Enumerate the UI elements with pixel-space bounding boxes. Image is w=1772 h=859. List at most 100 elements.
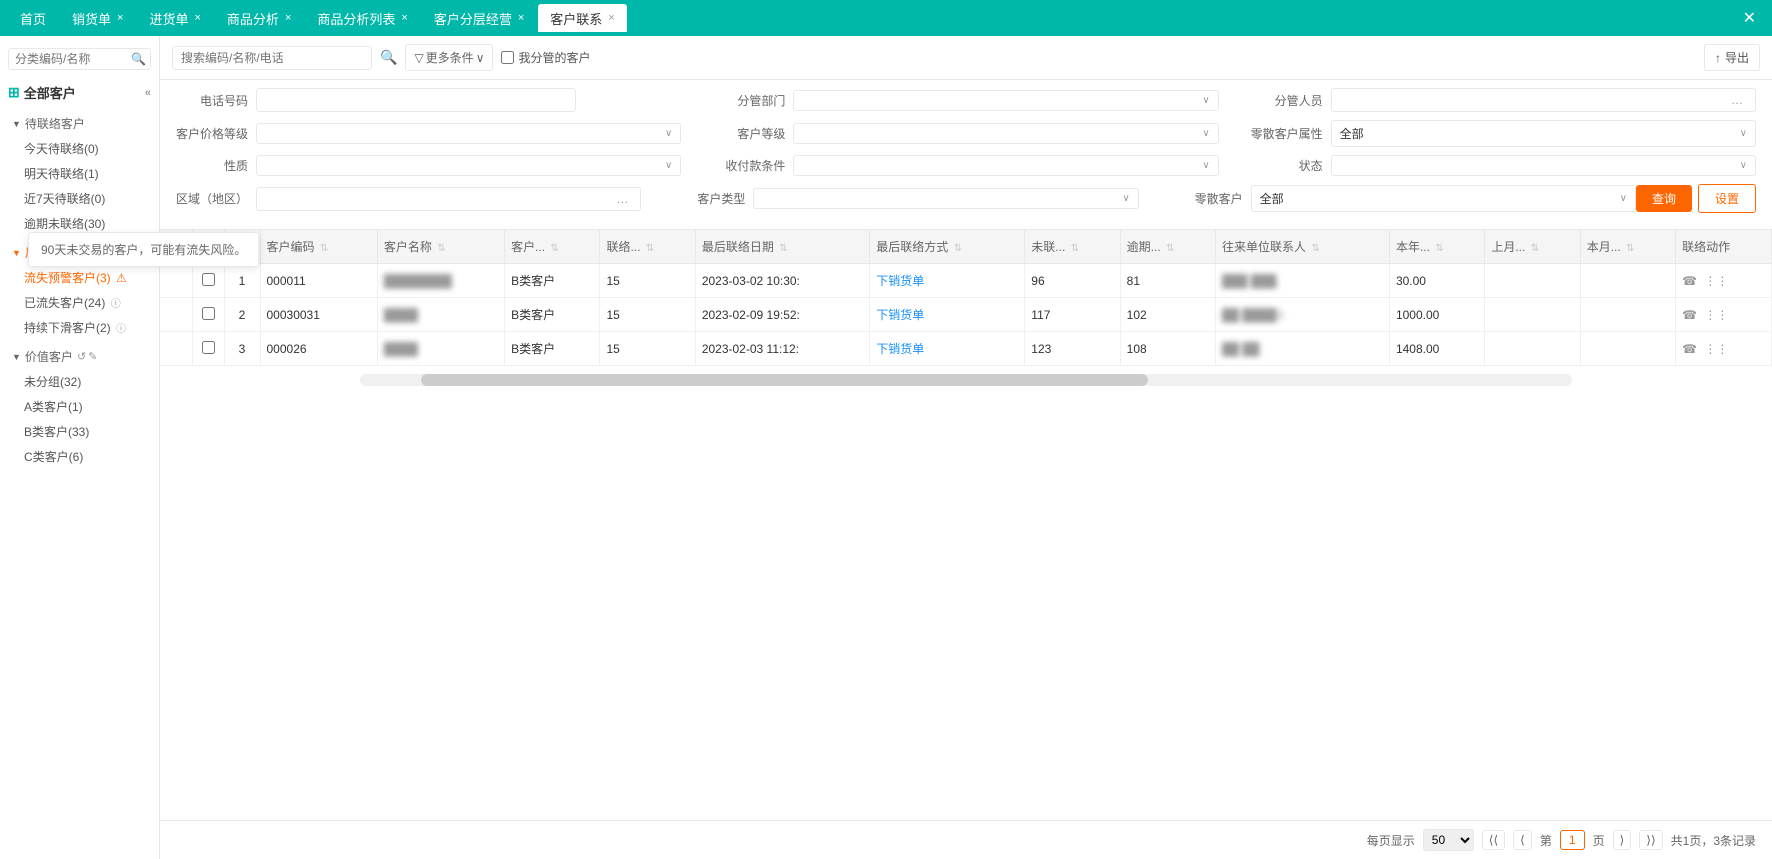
search-icon: 🔍 <box>131 52 146 66</box>
row-checkbox-1[interactable] <box>202 307 215 320</box>
col-this-year[interactable]: 本年... ⇅ <box>1389 230 1484 264</box>
col-overdue[interactable]: 逾期... ⇅ <box>1120 230 1215 264</box>
payment-arrow: ∨ <box>1202 160 1209 171</box>
col-action: 联络动作 <box>1676 230 1772 264</box>
row-date-0: 2023-03-02 10:30: <box>695 264 869 298</box>
scatter-customer-select[interactable]: 全部 ∨ <box>1251 185 1636 212</box>
customer-level-select[interactable]: ∨ <box>793 123 1218 144</box>
tab-close-product-analysis[interactable]: × <box>285 12 291 24</box>
col-code[interactable]: 客户编码 ⇅ <box>260 230 377 264</box>
action-phone-1[interactable]: ☎ <box>1682 308 1697 322</box>
payment-select[interactable]: ∨ <box>793 155 1218 176</box>
col-contact[interactable]: 联络... ⇅ <box>600 230 695 264</box>
tab-product-analysis-list[interactable]: 商品分析列表 × <box>305 4 419 32</box>
action-more-0[interactable]: ⋮⋮ <box>1704 274 1728 288</box>
first-page-button[interactable]: ⟨⟨ <box>1482 830 1505 850</box>
pagination-total: 共1页，3条记录 <box>1671 832 1756 849</box>
row-last-month-2 <box>1485 332 1580 366</box>
col-no-contact[interactable]: 未联... ⇅ <box>1025 230 1120 264</box>
row-date-1: 2023-02-09 19:52: <box>695 298 869 332</box>
last-page-button[interactable]: ⟩⟩ <box>1639 830 1662 850</box>
action-phone-0[interactable]: ☎ <box>1682 274 1697 288</box>
filter-row-1: 电话号码 分管部门 ∨ 分管人员 … <box>176 88 1756 112</box>
dept-select[interactable]: ∨ <box>793 90 1218 111</box>
action-more-2[interactable]: ⋮⋮ <box>1704 342 1728 356</box>
row-checkbox-2[interactable] <box>202 341 215 354</box>
prev-page-button[interactable]: ⟨ <box>1513 830 1532 850</box>
tooltip-box: 90天未交易的客户，可能有流失风险。 <box>28 232 160 267</box>
tab-purchase-order[interactable]: 进货单 × <box>137 4 212 32</box>
action-more-1[interactable]: ⋮⋮ <box>1704 308 1728 322</box>
next-page-button[interactable]: ⟩ <box>1613 830 1632 850</box>
sidebar-item-class-b[interactable]: B类客户(33) <box>0 419 159 444</box>
sidebar-item-class-a[interactable]: A类客户(1) <box>0 394 159 419</box>
row-action-0: ☎ ⋮⋮ <box>1676 264 1772 298</box>
col-last-month[interactable]: 上月... ⇅ <box>1485 230 1580 264</box>
col-contact-person[interactable]: 往来单位联系人 ⇅ <box>1216 230 1390 264</box>
row-method-0[interactable]: 下销货单 <box>870 264 1025 298</box>
horizontal-scrollbar[interactable] <box>360 374 1572 386</box>
region-select[interactable]: … <box>256 187 641 211</box>
settings-button[interactable]: 设置 <box>1698 184 1756 213</box>
col-name[interactable]: 客户名称 ⇅ <box>377 230 504 264</box>
filter-icon: ▽ <box>414 51 423 65</box>
filter-search-button[interactable]: 🔍 <box>380 49 397 66</box>
sidebar-item-today-pending[interactable]: 今天待联络(0) <box>0 136 159 161</box>
tab-close-product-analysis-list[interactable]: × <box>401 12 407 24</box>
col-type[interactable]: 客户... ⇅ <box>505 230 600 264</box>
tab-customer-segment[interactable]: 客户分层经营 × <box>422 4 536 32</box>
warning-icon: ⚠ <box>116 271 127 285</box>
tab-close-purchase-order[interactable]: × <box>194 12 200 24</box>
tab-close-customer-segment[interactable]: × <box>518 12 524 24</box>
col-last-contact-date[interactable]: 最后联络日期 ⇅ <box>695 230 869 264</box>
tab-sales-order[interactable]: 销货单 × <box>60 4 135 32</box>
tab-close-customer-contact[interactable]: × <box>608 12 614 24</box>
status-select[interactable]: ∨ <box>1331 155 1756 176</box>
filter-more-conditions-button[interactable]: ▽ 更多条件 ∨ <box>405 44 493 71</box>
export-icon: ↑ <box>1715 51 1721 65</box>
sidebar: 🔍 ⊞ 全部客户 « ▼ 待联络客户 今天待联络(0) 明天待联络(1) 近7天… <box>0 36 160 859</box>
sidebar-item-unclassified[interactable]: 未分组(32) <box>0 369 159 394</box>
tab-home[interactable]: 首页 <box>8 4 58 32</box>
col-this-month[interactable]: 本月... ⇅ <box>1580 230 1675 264</box>
scatter-attr-select[interactable]: 全部 ∨ <box>1331 120 1756 147</box>
row-checkbox-0[interactable] <box>202 273 215 286</box>
action-phone-2[interactable]: ☎ <box>1682 342 1697 356</box>
window-close-button[interactable]: ✕ <box>1735 4 1764 32</box>
sidebar-group-pending-header[interactable]: ▼ 待联络客户 <box>0 111 159 136</box>
sidebar-item-class-c[interactable]: C类客户(6) <box>0 444 159 469</box>
refresh-icon[interactable]: ↺ <box>77 350 86 363</box>
tab-customer-contact[interactable]: 客户联系 × <box>538 4 626 32</box>
row-last-month-0 <box>1485 264 1580 298</box>
customer-type-select[interactable]: ∨ <box>753 188 1138 209</box>
triangle-icon-value: ▼ <box>12 352 21 362</box>
manager-label: 分管人员 <box>1251 92 1331 109</box>
filter-bar: 🔍 ▽ 更多条件 ∨ 我分管的客户 ↑ 导出 <box>160 36 1772 80</box>
row-name-1: ████ <box>377 298 504 332</box>
filter-search-input[interactable] <box>172 46 372 70</box>
export-button[interactable]: ↑ 导出 <box>1704 44 1760 71</box>
sidebar-item-tomorrow-pending[interactable]: 明天待联络(1) <box>0 161 159 186</box>
nature-select[interactable]: ∨ <box>256 155 681 176</box>
col-last-contact-method[interactable]: 最后联络方式 ⇅ <box>870 230 1025 264</box>
tab-close-sales-order[interactable]: × <box>117 12 123 24</box>
sidebar-search-input[interactable] <box>8 48 151 70</box>
my-customers-checkbox[interactable] <box>501 51 514 64</box>
manager-select[interactable]: … <box>1331 88 1756 112</box>
sidebar-item-7days-pending[interactable]: 近7天待联络(0) <box>0 186 159 211</box>
all-customers-header[interactable]: ⊞ 全部客户 « <box>0 78 159 107</box>
payment-label: 收付款条件 <box>713 157 793 174</box>
per-page-select[interactable]: 50 100 <box>1423 829 1474 851</box>
query-button[interactable]: 查询 <box>1636 185 1692 212</box>
sidebar-item-declining[interactable]: 持续下滑客户(2) ⓘ <box>0 315 159 340</box>
price-level-select[interactable]: ∨ <box>256 123 681 144</box>
sidebar-item-churned[interactable]: 已流失客户(24) ⓘ <box>0 290 159 315</box>
phone-input[interactable] <box>256 88 576 112</box>
row-method-1[interactable]: 下销货单 <box>870 298 1025 332</box>
edit-icon[interactable]: ✎ <box>88 350 97 363</box>
sidebar-group-value-header[interactable]: ▼ 价值客户 ↺ ✎ <box>0 344 159 369</box>
row-method-2[interactable]: 下销货单 <box>870 332 1025 366</box>
sidebar-collapse-btn[interactable]: « <box>145 87 151 99</box>
tab-product-analysis[interactable]: 商品分析 × <box>215 4 303 32</box>
sidebar-item-churn-warning[interactable]: 流失预警客户(3) ⚠ <box>0 265 159 290</box>
